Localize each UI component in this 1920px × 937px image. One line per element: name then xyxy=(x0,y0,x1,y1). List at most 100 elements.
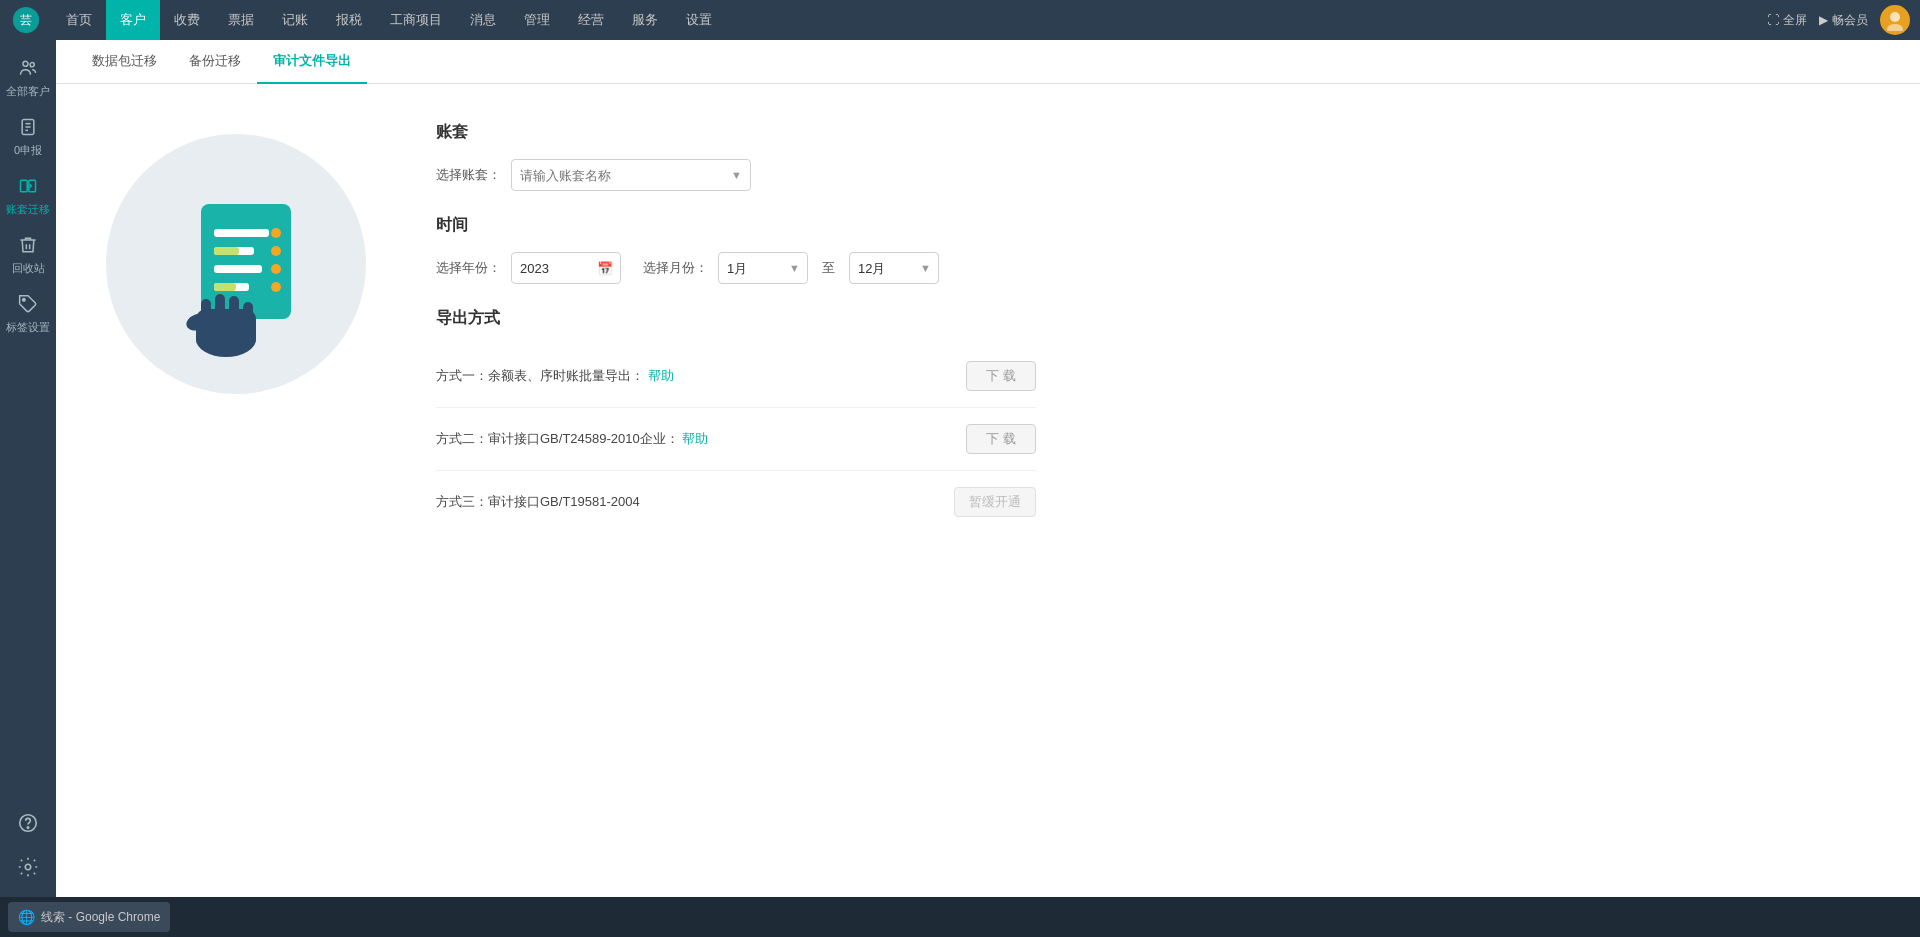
year-input-wrapper: 📅 xyxy=(511,252,621,284)
sidebar-item-trash-label: 回收站 xyxy=(12,261,45,276)
export-methods: 方式一：余额表、序时账批量导出： 帮助 下 载 方式二：审计接口GB/T2458… xyxy=(436,345,1036,533)
month-end-wrapper: 1月2月3月4月 5月6月7月8月 9月10月11月 12月 ▼ xyxy=(849,252,939,284)
svg-point-21 xyxy=(271,228,281,238)
nav-item-home[interactable]: 首页 xyxy=(52,0,106,40)
user-avatar[interactable] xyxy=(1880,5,1910,35)
top-nav-items: 首页 客户 收费 票据 记账 报税 工商项目 消息 管理 经营 服务 设置 xyxy=(52,0,1767,40)
tab-audit-export[interactable]: 审计文件导出 xyxy=(257,40,367,84)
illustration-svg xyxy=(136,154,336,374)
sidebar-bottom xyxy=(0,805,56,897)
member-button[interactable]: ▶ 畅会员 xyxy=(1819,12,1868,29)
account-section-title: 账套 xyxy=(436,122,1036,143)
method-1-help-link[interactable]: 帮助 xyxy=(648,368,674,383)
sidebar-item-zero-declare-label: 0申报 xyxy=(14,143,42,158)
method-3-label: 方式三：审计接口GB/T19581-2004 xyxy=(436,493,640,511)
method-row-1: 方式一：余额表、序时账批量导出： 帮助 下 载 xyxy=(436,345,1036,408)
svg-point-2 xyxy=(1890,12,1900,22)
method-2-help-link[interactable]: 帮助 xyxy=(682,431,708,446)
month-label: 选择月份： xyxy=(643,259,708,277)
nav-item-fee[interactable]: 收费 xyxy=(160,0,214,40)
illustration-area xyxy=(96,114,376,867)
svg-rect-10 xyxy=(21,180,28,192)
nav-item-business[interactable]: 工商项目 xyxy=(376,0,456,40)
form-area: 账套 选择账套： ▼ 时间 选择年份： 📅 选择月份： xyxy=(436,114,1036,867)
migrate-icon xyxy=(16,174,40,198)
trash-icon xyxy=(16,233,40,257)
settings-icon[interactable] xyxy=(10,849,46,885)
method-2-download-button[interactable]: 下 载 xyxy=(966,424,1036,454)
year-label: 选择年份： xyxy=(436,259,501,277)
taskbar-item-label: 线索 - Google Chrome xyxy=(41,909,160,926)
time-section-title: 时间 xyxy=(436,215,1036,236)
time-row: 选择年份： 📅 选择月份： 1月2月3月4月 5月6月7月8月 9月10月11月… xyxy=(436,252,1036,284)
sidebar-item-zero-declare[interactable]: 0申报 xyxy=(0,107,56,166)
nav-item-bookkeeping[interactable]: 记账 xyxy=(268,0,322,40)
svg-point-23 xyxy=(271,264,281,274)
sidebar-item-trash[interactable]: 回收站 xyxy=(0,225,56,284)
svg-point-24 xyxy=(271,282,281,292)
svg-point-12 xyxy=(23,299,26,302)
to-text: 至 xyxy=(818,259,839,277)
svg-point-15 xyxy=(25,864,31,870)
file-icon xyxy=(16,115,40,139)
svg-rect-30 xyxy=(201,299,211,324)
svg-rect-31 xyxy=(215,294,225,319)
svg-rect-17 xyxy=(214,229,269,237)
method-3-coming-soon-button[interactable]: 暂缓开通 xyxy=(954,487,1036,517)
method-1-download-button[interactable]: 下 载 xyxy=(966,361,1036,391)
sidebar-item-migrate[interactable]: 账套迁移 xyxy=(0,166,56,225)
method-row-2: 方式二：审计接口GB/T24589-2010企业： 帮助 下 载 xyxy=(436,408,1036,471)
svg-point-4 xyxy=(23,61,28,66)
top-nav-right: ⛶ 全屏 ▶ 畅会员 xyxy=(1767,5,1910,35)
sidebar-item-all-clients[interactable]: 全部客户 xyxy=(0,48,56,107)
tag-icon xyxy=(16,292,40,316)
svg-point-14 xyxy=(27,827,28,828)
account-row: 选择账套： ▼ xyxy=(436,159,1036,191)
nav-item-service[interactable]: 服务 xyxy=(618,0,672,40)
app-logo[interactable]: 芸 xyxy=(10,4,42,36)
svg-rect-33 xyxy=(243,302,253,322)
fullscreen-icon: ⛶ xyxy=(1767,13,1779,27)
year-input[interactable] xyxy=(511,252,621,284)
top-nav: 芸 首页 客户 收费 票据 记账 报税 工商项目 消息 管理 经营 服务 设置 … xyxy=(0,0,1920,40)
nav-item-operation[interactable]: 经营 xyxy=(564,0,618,40)
month-start-select[interactable]: 1月2月3月4月 5月6月7月8月 9月10月11月12月 xyxy=(718,252,808,284)
illustration-circle xyxy=(106,134,366,394)
tab-backup-migrate[interactable]: 备份迁移 xyxy=(173,40,257,84)
account-select[interactable]: ▼ xyxy=(511,159,751,191)
account-select-arrow: ▼ xyxy=(731,169,742,181)
sidebar-item-migrate-label: 账套迁移 xyxy=(6,202,50,217)
nav-item-message[interactable]: 消息 xyxy=(456,0,510,40)
svg-rect-32 xyxy=(229,296,239,319)
sidebar: 全部客户 0申报 账套迁移 回收站 标签设置 xyxy=(0,40,56,897)
nav-item-settings[interactable]: 设置 xyxy=(672,0,726,40)
taskbar-chrome-item[interactable]: 🌐 线索 - Google Chrome xyxy=(8,902,170,932)
sub-tabs: 数据包迁移 备份迁移 审计文件导出 xyxy=(56,40,1920,84)
account-input[interactable] xyxy=(520,168,731,183)
sidebar-item-tag-settings[interactable]: 标签设置 xyxy=(0,284,56,343)
svg-rect-25 xyxy=(214,247,239,255)
sidebar-item-all-clients-label: 全部客户 xyxy=(6,84,50,99)
svg-point-3 xyxy=(1887,24,1903,31)
main-layout: 全部客户 0申报 账套迁移 回收站 标签设置 xyxy=(0,40,1920,897)
users-icon xyxy=(16,56,40,80)
method-row-3: 方式三：审计接口GB/T19581-2004 暂缓开通 xyxy=(436,471,1036,533)
page-content: 账套 选择账套： ▼ 时间 选择年份： 📅 选择月份： xyxy=(56,84,1920,897)
method-1-label: 方式一：余额表、序时账批量导出： 帮助 xyxy=(436,367,674,385)
svg-point-22 xyxy=(271,246,281,256)
svg-text:芸: 芸 xyxy=(20,13,32,27)
nav-item-invoice[interactable]: 票据 xyxy=(214,0,268,40)
nav-item-client[interactable]: 客户 xyxy=(106,0,160,40)
method-2-label: 方式二：审计接口GB/T24589-2010企业： 帮助 xyxy=(436,430,708,448)
nav-item-manage[interactable]: 管理 xyxy=(510,0,564,40)
help-icon[interactable] xyxy=(10,805,46,841)
svg-rect-16 xyxy=(201,204,291,319)
month-end-select[interactable]: 1月2月3月4月 5月6月7月8月 9月10月11月 12月 xyxy=(849,252,939,284)
svg-point-5 xyxy=(30,63,34,67)
tab-data-migrate[interactable]: 数据包迁移 xyxy=(76,40,173,84)
fullscreen-button[interactable]: ⛶ 全屏 xyxy=(1767,12,1807,29)
svg-rect-19 xyxy=(214,265,262,273)
play-icon: ▶ xyxy=(1819,13,1828,27)
nav-item-tax[interactable]: 报税 xyxy=(322,0,376,40)
svg-rect-26 xyxy=(214,283,236,291)
